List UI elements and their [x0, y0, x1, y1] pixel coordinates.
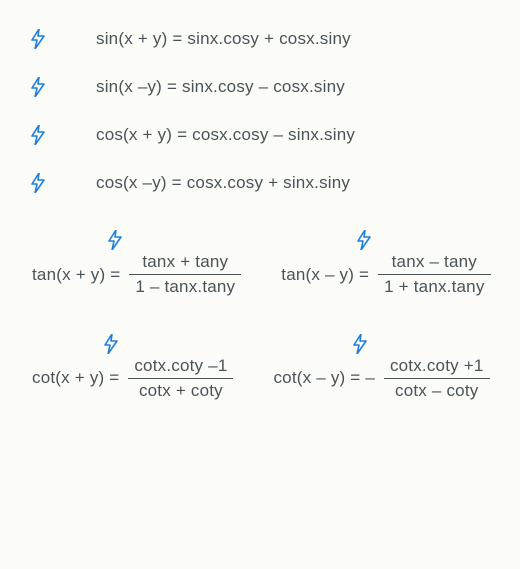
formula: sin(x –y) = sinx.cosy – cosx.siny: [96, 77, 345, 97]
formula-row: cos(x –y) = cosx.cosy + sinx.siny: [0, 162, 520, 204]
fraction: tanx – tany1 + tanx.tany: [378, 250, 490, 300]
fraction: cotx.coty +1cotx – coty: [384, 354, 490, 404]
formula-list: sin(x + y) = sinx.cosy + cosx.siny sin(x …: [0, 0, 520, 440]
fraction-numerator: cotx.coty +1: [384, 354, 490, 378]
lightning-icon: [350, 334, 370, 354]
lightning-icon: [28, 125, 48, 145]
fraction-denominator: 1 – tanx.tany: [129, 275, 241, 299]
formula-row: cos(x + y) = cosx.cosy – sinx.siny: [0, 114, 520, 156]
formula-row: tan(x + y) = tanx + tany1 – tanx.tany: [4, 230, 245, 300]
formula-lhs: tan(x + y) =: [32, 265, 125, 285]
formula: tan(x + y) = tanx + tany1 – tanx.tany: [32, 250, 245, 300]
lightning-icon: [28, 29, 48, 49]
formula-text: cos(x + y) = cosx.cosy – sinx.siny: [96, 125, 355, 145]
formula: tan(x – y) = tanx – tany1 + tanx.tany: [281, 250, 494, 300]
formula-row: sin(x + y) = sinx.cosy + cosx.siny: [0, 18, 520, 60]
formula-lhs: tan(x – y) =: [281, 265, 374, 285]
fraction: tanx + tany1 – tanx.tany: [129, 250, 241, 300]
lightning-icon: [105, 230, 125, 250]
formula-text: cos(x –y) = cosx.cosy + sinx.siny: [96, 173, 350, 193]
fraction-numerator: tanx – tany: [386, 250, 483, 274]
formula: cot(x – y) = – cotx.coty +1cotx – coty: [273, 354, 493, 404]
fraction-denominator: cotx – coty: [389, 379, 484, 403]
fraction: cotx.coty –1cotx + coty: [128, 354, 233, 404]
lightning-icon: [28, 173, 48, 193]
lightning-icon: [101, 334, 121, 354]
lightning-icon: [28, 77, 48, 97]
formula-row: sin(x –y) = sinx.cosy – cosx.siny: [0, 66, 520, 108]
fraction-numerator: tanx + tany: [136, 250, 234, 274]
formula-lhs: cot(x – y) = –: [273, 368, 379, 388]
fraction-numerator: cotx.coty –1: [128, 354, 233, 378]
formula-row: cot(x – y) = – cotx.coty +1cotx – coty: [245, 334, 493, 404]
formula: cot(x + y) = cotx.coty –1cotx + coty: [32, 354, 237, 404]
formula-text: sin(x + y) = sinx.cosy + cosx.siny: [96, 29, 351, 49]
formula-row: cot(x + y) = cotx.coty –1cotx + coty: [4, 334, 237, 404]
formula: cos(x –y) = cosx.cosy + sinx.siny: [96, 173, 350, 193]
formula: cos(x + y) = cosx.cosy – sinx.siny: [96, 125, 355, 145]
formula-row: tan(x – y) = tanx – tany1 + tanx.tany: [253, 230, 494, 300]
lightning-icon: [354, 230, 374, 250]
fraction-denominator: cotx + coty: [133, 379, 229, 403]
fraction-denominator: 1 + tanx.tany: [378, 275, 490, 299]
formula: sin(x + y) = sinx.cosy + cosx.siny: [96, 29, 351, 49]
formula-text: sin(x –y) = sinx.cosy – cosx.siny: [96, 77, 345, 97]
formula-lhs: cot(x + y) =: [32, 368, 124, 388]
